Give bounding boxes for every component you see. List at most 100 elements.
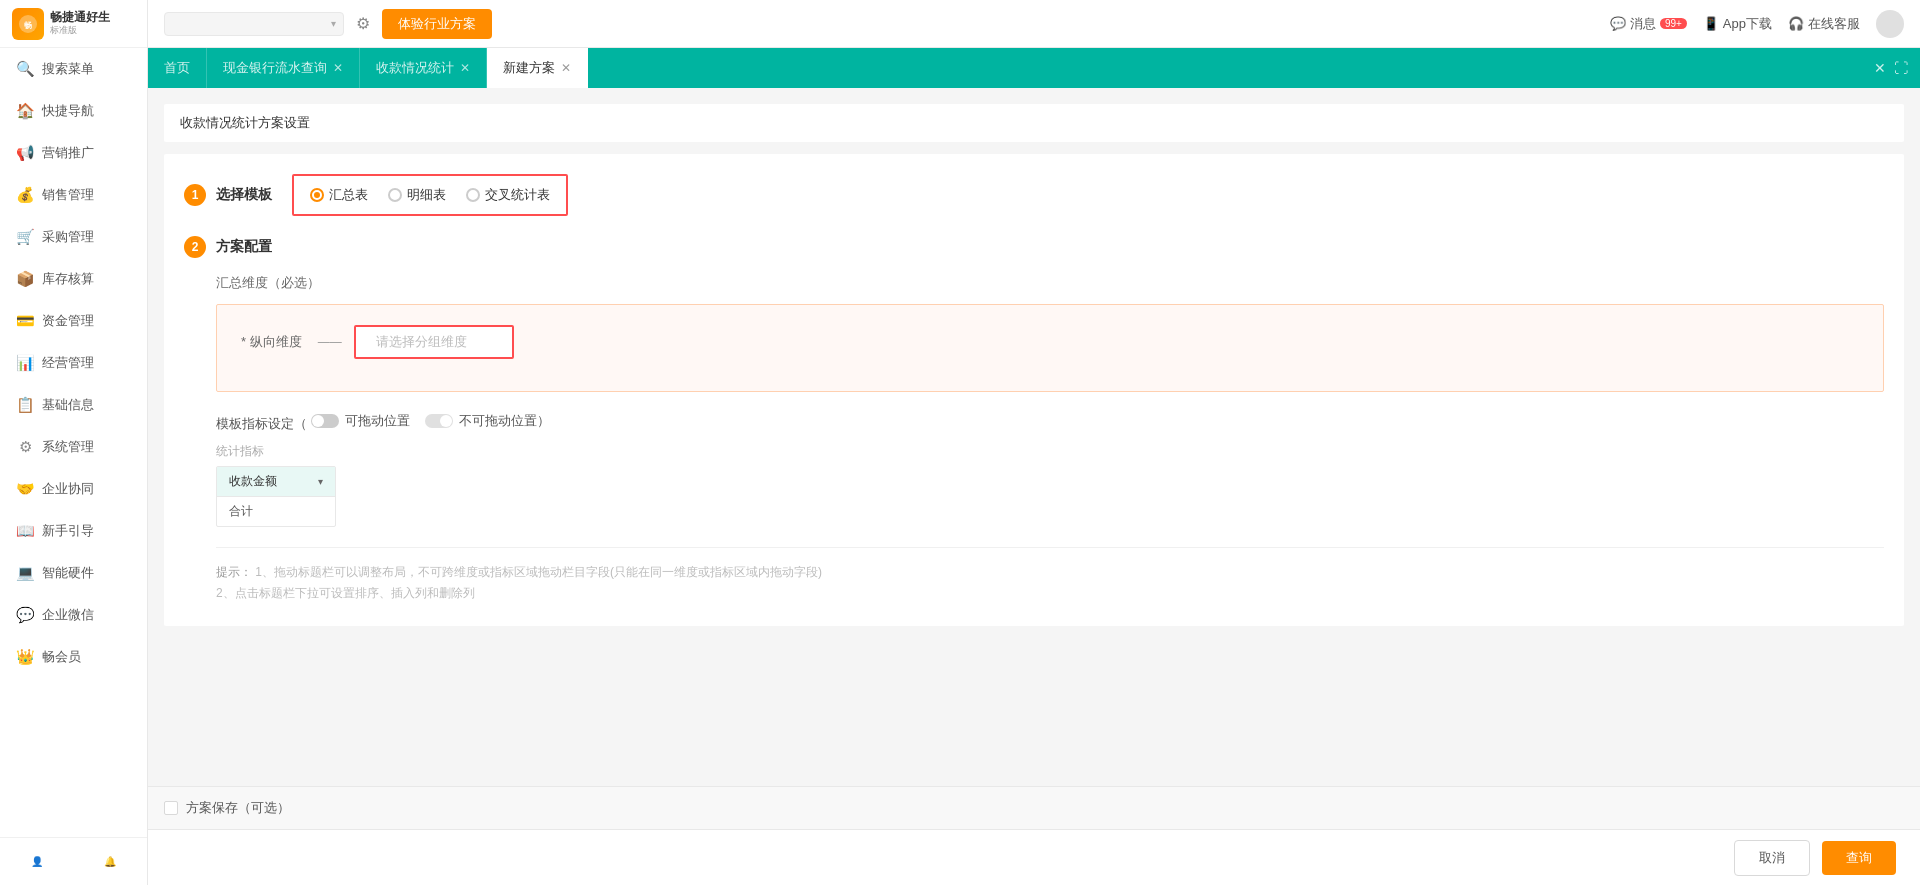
tips-prefix: 提示： xyxy=(216,565,252,579)
sidebar-label: 畅会员 xyxy=(42,648,81,666)
logo-text: 畅捷通好生 xyxy=(50,10,110,24)
step2-title: 方案配置 xyxy=(216,238,272,256)
tips-line1: 提示： 1、拖动标题栏可以调整布局，不可跨维度或指标区域拖动栏目字段(只能在同一… xyxy=(216,564,1884,581)
sidebar-item-enterprise[interactable]: 🤝 企业协同 xyxy=(0,468,147,510)
message-label: 消息 xyxy=(1630,15,1656,33)
trial-button[interactable]: 体验行业方案 xyxy=(382,9,492,39)
operations-icon: 📊 xyxy=(16,354,34,372)
system-icon: ⚙ xyxy=(16,438,34,456)
info-icon: 📋 xyxy=(16,396,34,414)
wechat-icon: 💬 xyxy=(16,606,34,624)
radio-detail[interactable]: 明细表 xyxy=(388,186,446,204)
tab-close-all-icon[interactable]: ✕ xyxy=(1874,60,1886,76)
content-wrapper: 收款情况统计方案设置 1 选择模板 汇总表 xyxy=(148,88,1920,885)
sidebar-item-search[interactable]: 🔍 搜索菜单 xyxy=(0,48,147,90)
guide-icon: 📖 xyxy=(16,522,34,540)
metrics-table-header[interactable]: 收款金额 ▾ xyxy=(217,467,335,497)
sidebar-label: 企业协同 xyxy=(42,480,94,498)
sidebar-item-basic-info[interactable]: 📋 基础信息 xyxy=(0,384,147,426)
tab-cash-flow[interactable]: 现金银行流水查询 ✕ xyxy=(207,48,360,88)
sidebar-label: 基础信息 xyxy=(42,396,94,414)
inventory-icon: 📦 xyxy=(16,270,34,288)
sidebar-item-wechat[interactable]: 💬 企业微信 xyxy=(0,594,147,636)
sidebar-label: 系统管理 xyxy=(42,438,94,456)
sidebar-label: 经营管理 xyxy=(42,354,94,372)
radio-cross[interactable]: 交叉统计表 xyxy=(466,186,550,204)
sidebar-item-sales[interactable]: 💰 销售管理 xyxy=(0,174,147,216)
sidebar-item-quick-nav[interactable]: 🏠 快捷导航 xyxy=(0,90,147,132)
tab-cash-close-icon[interactable]: ✕ xyxy=(333,61,343,75)
support-item[interactable]: 🎧 在线客服 xyxy=(1788,15,1860,33)
tab-receipt-label: 收款情况统计 xyxy=(376,59,454,77)
tab-receipt-close-icon[interactable]: ✕ xyxy=(460,61,470,75)
logo-icon: 畅 xyxy=(12,8,44,40)
tab-receipt-stats[interactable]: 收款情况统计 ✕ xyxy=(360,48,487,88)
step2-content: 汇总维度（必选） * 纵向维度 —— 请选择分组维度 模板指标设定（ xyxy=(184,274,1884,602)
draggable-label: 可拖动位置 xyxy=(345,412,410,430)
tabs-bar: 首页 现金银行流水查询 ✕ 收款情况统计 ✕ 新建方案 ✕ ✕ ⛶ xyxy=(148,48,1920,88)
content-area: 收款情况统计方案设置 1 选择模板 汇总表 xyxy=(148,88,1920,786)
radio-summary[interactable]: 汇总表 xyxy=(310,186,368,204)
sidebar-label: 搜索菜单 xyxy=(42,60,94,78)
tab-new-close-icon[interactable]: ✕ xyxy=(561,61,571,75)
sidebar-item-inventory[interactable]: 📦 库存核算 xyxy=(0,258,147,300)
sidebar-bottom-icon1[interactable]: 👤 xyxy=(31,856,43,867)
tab-home[interactable]: 首页 xyxy=(148,48,207,88)
dimension-select[interactable]: 请选择分组维度 xyxy=(354,325,514,359)
save-checkbox[interactable] xyxy=(164,801,178,815)
finance-icon: 💳 xyxy=(16,312,34,330)
enterprise-icon: 🤝 xyxy=(16,480,34,498)
member-icon: 👑 xyxy=(16,648,34,666)
support-label: 在线客服 xyxy=(1808,15,1860,33)
message-badge: 99+ xyxy=(1660,18,1687,29)
tabs-controls: ✕ ⛶ xyxy=(1862,48,1920,88)
download-item[interactable]: 📱 App下载 xyxy=(1703,15,1772,33)
query-button[interactable]: 查询 xyxy=(1822,841,1896,875)
page-title-bar: 收款情况统计方案设置 xyxy=(164,104,1904,142)
sidebar-item-system[interactable]: ⚙ 系统管理 xyxy=(0,426,147,468)
toggle-non-draggable[interactable] xyxy=(425,414,453,428)
tabs-spacer xyxy=(588,48,1862,88)
radio-group: 汇总表 明细表 交叉统计表 xyxy=(310,186,550,204)
radio-detail-label: 明细表 xyxy=(407,186,446,204)
metrics-draggable-hint: 可拖动位置 xyxy=(311,412,410,430)
step1-badge: 1 xyxy=(184,184,206,206)
radio-detail-circle xyxy=(388,188,402,202)
sidebar-item-marketing[interactable]: 📢 营销推广 xyxy=(0,132,147,174)
tips-content1: 1、拖动标题栏可以调整布局，不可跨维度或指标区域拖动栏目字段(只能在同一维度或指… xyxy=(255,565,822,579)
sidebar-bottom-icon2[interactable]: 🔔 xyxy=(104,856,116,867)
sidebar-item-member[interactable]: 👑 畅会员 xyxy=(0,636,147,678)
sidebar-label: 库存核算 xyxy=(42,270,94,288)
radio-summary-circle xyxy=(310,188,324,202)
purchase-icon: 🛒 xyxy=(16,228,34,246)
tab-new-plan[interactable]: 新建方案 ✕ xyxy=(487,48,588,88)
toggle-knob2 xyxy=(440,415,452,427)
sidebar-item-finance[interactable]: 💳 资金管理 xyxy=(0,300,147,342)
user-avatar[interactable] xyxy=(1876,10,1904,38)
non-draggable-label: 不可拖动位置） xyxy=(459,412,550,430)
save-label: 方案保存（可选） xyxy=(186,799,290,817)
tab-fullscreen-icon[interactable]: ⛶ xyxy=(1894,60,1908,76)
download-icon: 📱 xyxy=(1703,16,1719,31)
sidebar-item-purchase[interactable]: 🛒 采购管理 xyxy=(0,216,147,258)
breadcrumb-input[interactable] xyxy=(164,12,344,36)
search-icon: 🔍 xyxy=(16,60,34,78)
step2-header: 2 方案配置 xyxy=(184,236,1884,258)
sidebar-logo: 畅 畅捷通好生 标准版 xyxy=(0,0,147,48)
step2-badge: 2 xyxy=(184,236,206,258)
top-header: ▾ ⚙ 体验行业方案 💬 消息 99+ 📱 App下载 🎧 在线客服 xyxy=(148,0,1920,48)
sidebar-item-hardware[interactable]: 💻 智能硬件 xyxy=(0,552,147,594)
sidebar-label: 新手引导 xyxy=(42,522,94,540)
sidebar-item-operations[interactable]: 📊 经营管理 xyxy=(0,342,147,384)
header-right: 💬 消息 99+ 📱 App下载 🎧 在线客服 xyxy=(1610,10,1904,38)
message-icon: 💬 xyxy=(1610,16,1626,31)
message-item[interactable]: 💬 消息 99+ xyxy=(1610,15,1687,33)
toggle-draggable[interactable] xyxy=(311,414,339,428)
sidebar-nav: 🔍 搜索菜单 🏠 快捷导航 📢 营销推广 💰 销售管理 🛒 采购管理 📦 库存核… xyxy=(0,48,147,837)
settings-icon[interactable]: ⚙ xyxy=(356,14,370,33)
dimension-arrow-icon: —— xyxy=(318,335,342,349)
sidebar-item-guide[interactable]: 📖 新手引导 xyxy=(0,510,147,552)
download-label: App下载 xyxy=(1723,15,1772,33)
toggle-knob xyxy=(312,415,324,427)
cancel-button[interactable]: 取消 xyxy=(1734,840,1810,876)
